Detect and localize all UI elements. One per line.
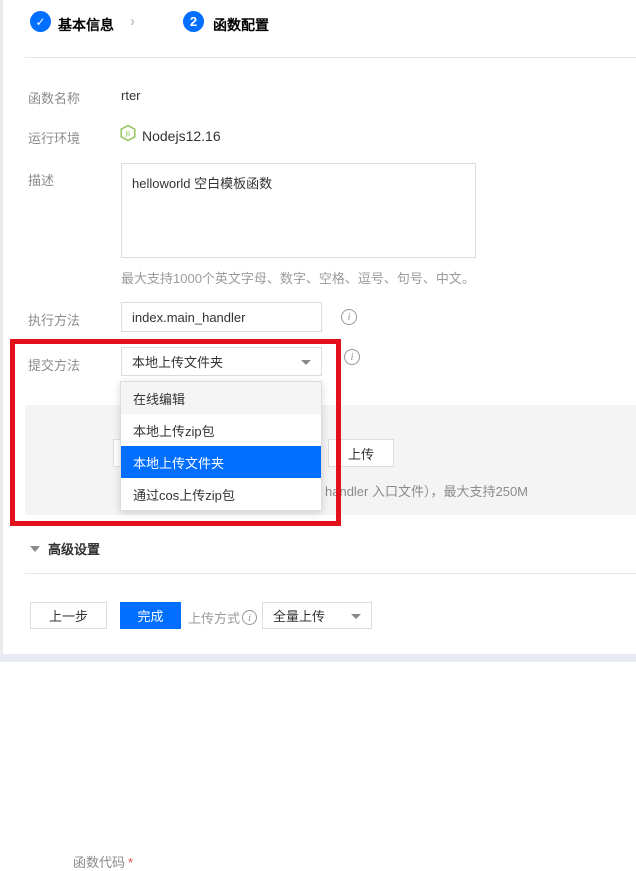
nodejs-icon: js bbox=[119, 124, 137, 147]
panel-left-edge bbox=[0, 0, 3, 654]
submit-method-info-icon[interactable]: i bbox=[344, 349, 360, 365]
advanced-divider bbox=[25, 573, 636, 574]
function-code-label: 函数代码* bbox=[73, 852, 133, 871]
chevron-down-icon bbox=[351, 614, 361, 619]
step2-label[interactable]: 函数配置 bbox=[213, 15, 269, 35]
step1-check-icon: ✓ bbox=[30, 11, 51, 32]
submit-method-label: 提交方法 bbox=[28, 355, 80, 374]
handler-label: 执行方法 bbox=[28, 310, 80, 329]
svg-text:js: js bbox=[124, 131, 131, 138]
previous-step-button[interactable]: 上一步 bbox=[30, 602, 107, 629]
dropdown-option-local-folder[interactable]: 本地上传文件夹 bbox=[121, 446, 321, 478]
submit-method-select[interactable]: 本地上传文件夹 bbox=[121, 347, 322, 376]
handler-input[interactable] bbox=[121, 302, 322, 332]
step2-number: 2 bbox=[183, 11, 204, 32]
dropdown-option-local-zip[interactable]: 本地上传zip包 bbox=[121, 414, 321, 446]
runtime-value: Nodejs12.16 bbox=[142, 128, 221, 144]
dropdown-option-cos-zip[interactable]: 通过cos上传zip包 bbox=[121, 478, 321, 510]
function-code-label-text: 函数代码 bbox=[73, 855, 125, 870]
step1-label[interactable]: 基本信息 bbox=[58, 15, 114, 35]
advanced-settings-toggle[interactable]: 高级设置 bbox=[30, 539, 100, 558]
header-divider bbox=[25, 57, 636, 58]
upload-mode-value: 全量上传 bbox=[273, 606, 325, 625]
upload-mode-label: 上传方式 i bbox=[188, 608, 257, 627]
runtime-label: 运行环境 bbox=[28, 128, 80, 147]
required-asterisk: * bbox=[128, 855, 133, 870]
upload-mode-info-icon[interactable]: i bbox=[242, 610, 257, 625]
dropdown-option-online-edit[interactable]: 在线编辑 bbox=[121, 382, 321, 414]
upload-mode-select[interactable]: 全量上传 bbox=[262, 602, 372, 629]
function-code-hint: handler 入口文件），最大支持250M bbox=[325, 481, 528, 500]
triangle-down-icon bbox=[30, 546, 40, 552]
page-bottom-background bbox=[0, 654, 636, 662]
description-hint: 最大支持1000个英文字母、数字、空格、逗号、句号、中文。 bbox=[121, 268, 475, 287]
description-textarea[interactable]: helloworld 空白模板函数 bbox=[121, 163, 476, 258]
function-name-value: rter bbox=[121, 88, 141, 103]
finish-button[interactable]: 完成 bbox=[120, 602, 181, 629]
handler-info-icon[interactable]: i bbox=[341, 309, 357, 325]
description-label: 描述 bbox=[28, 170, 54, 189]
upload-button[interactable]: 上传 bbox=[328, 439, 394, 467]
upload-mode-label-text: 上传方式 bbox=[188, 608, 240, 627]
advanced-settings-label: 高级设置 bbox=[48, 539, 100, 558]
step-chevron-icon: › bbox=[130, 13, 135, 30]
submit-method-value: 本地上传文件夹 bbox=[132, 352, 223, 371]
function-name-label: 函数名称 bbox=[28, 88, 80, 107]
submit-method-dropdown: 在线编辑 本地上传zip包 本地上传文件夹 通过cos上传zip包 bbox=[120, 381, 322, 511]
chevron-down-icon bbox=[301, 360, 311, 365]
